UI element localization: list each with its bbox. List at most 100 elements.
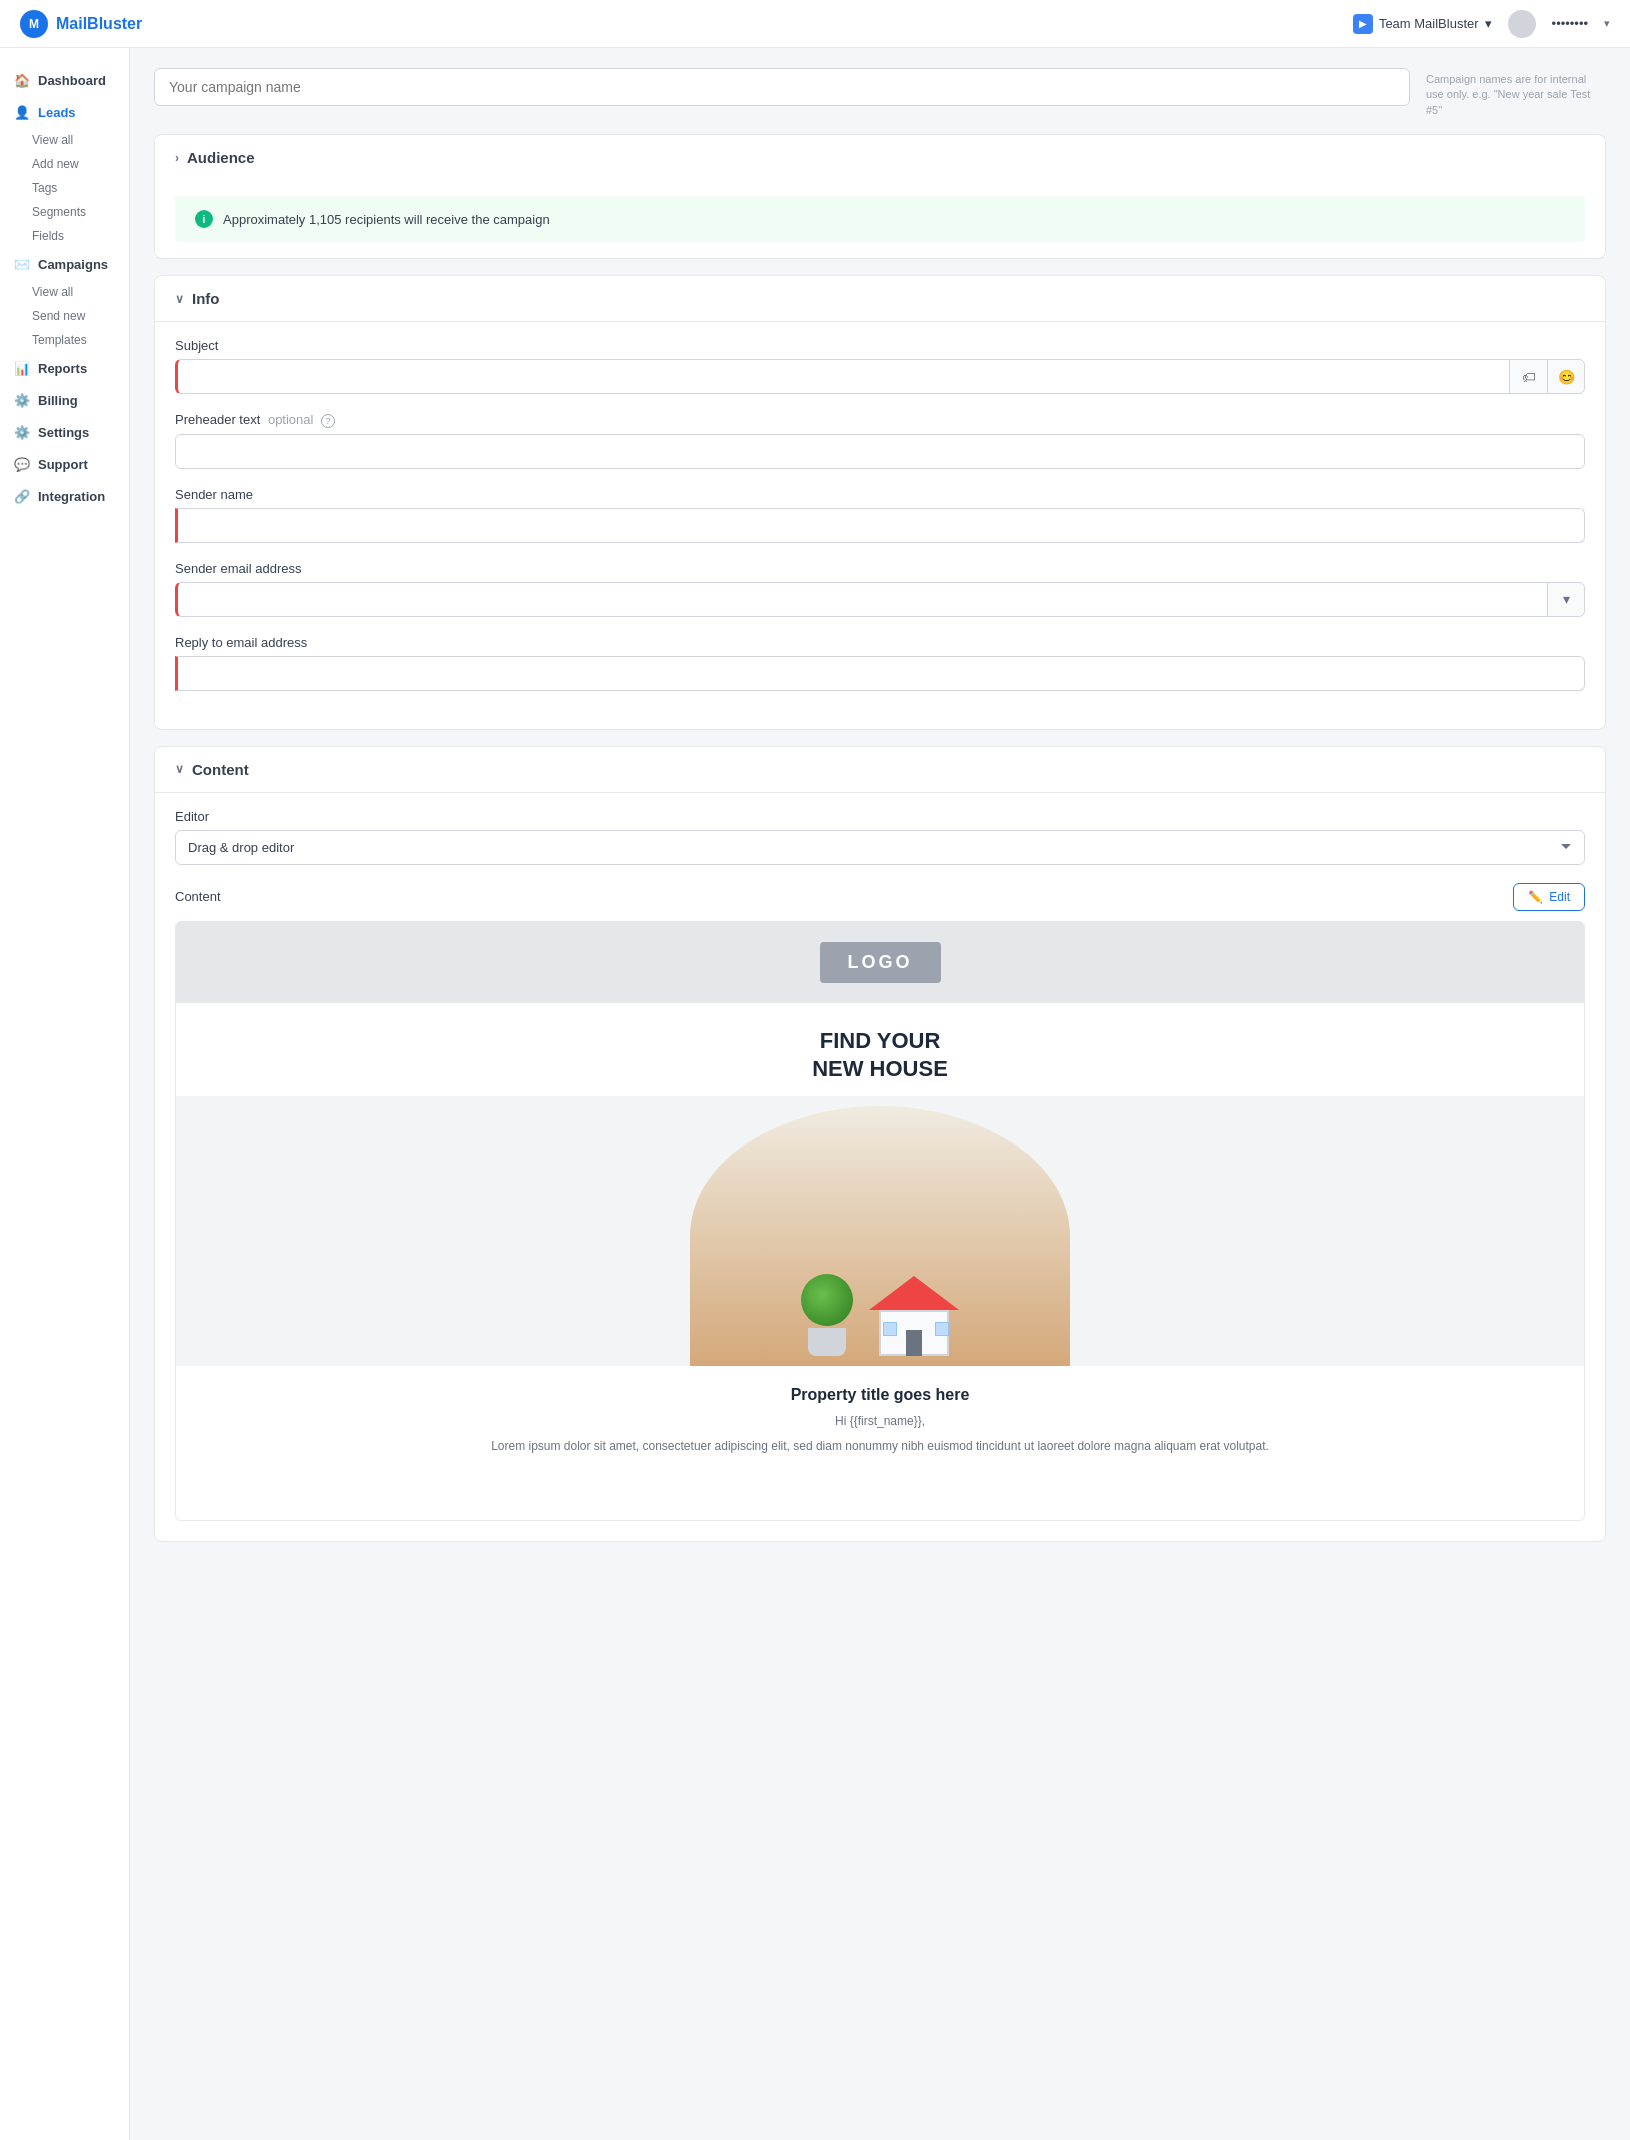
preview-headline-line2: NEW HOUSE <box>196 1055 1564 1084</box>
preview-headline: FIND YOUR NEW HOUSE <box>176 1003 1584 1096</box>
email-preview: LOGO FIND YOUR NEW HOUSE <box>175 921 1585 1521</box>
sidebar-item-label: Billing <box>38 393 78 408</box>
sidebar-item-leads-segments[interactable]: Segments <box>0 200 129 224</box>
reply-email-label: Reply to email address <box>175 635 1585 650</box>
house-icon: 🏠 <box>14 72 30 88</box>
sidebar-item-label: Dashboard <box>38 73 106 88</box>
sidebar-item-reports[interactable]: 📊 Reports <box>0 352 129 384</box>
sidebar-item-support[interactable]: 💬 Support <box>0 448 129 480</box>
preview-greeting: Hi {{first_name}}, <box>216 1412 1544 1431</box>
sidebar-item-leads-fields[interactable]: Fields <box>0 224 129 248</box>
preheader-label: Preheader text optional ? <box>175 412 1585 428</box>
user-chevron-icon: ▾ <box>1604 17 1610 30</box>
house-model <box>869 1276 959 1356</box>
person-icon: 👤 <box>14 104 30 120</box>
sender-email-dropdown-button[interactable]: ▾ <box>1547 582 1585 617</box>
sidebar-item-billing[interactable]: ⚙️ Billing <box>0 384 129 416</box>
sender-email-row: ▾ <box>175 582 1585 617</box>
content-preview-area: Content ✏️ Edit LOGO <box>175 883 1585 1521</box>
chart-icon: 📊 <box>14 360 30 376</box>
sidebar-item-label: Integration <box>38 489 105 504</box>
editor-field: Editor Drag & drop editor <box>175 809 1585 865</box>
editor-label: Editor <box>175 809 1585 824</box>
team-name: Team MailBluster <box>1379 16 1479 31</box>
sidebar-item-campaigns-send-new[interactable]: Send new <box>0 304 129 328</box>
sender-email-label: Sender email address <box>175 561 1585 576</box>
audience-section-title: Audience <box>187 149 255 166</box>
edit-icon: ✏️ <box>1528 890 1543 904</box>
info-form: Subject 🏷 😊 Preheader text optional ? <box>155 322 1605 729</box>
editor-select[interactable]: Drag & drop editor <box>175 830 1585 865</box>
audience-info-text: Approximately 1,105 recipients will rece… <box>223 212 550 227</box>
sidebar-item-label: Campaigns <box>38 257 108 272</box>
sender-name-input[interactable] <box>175 508 1585 543</box>
info-chevron-icon: ∨ <box>175 292 184 306</box>
sidebar-item-campaigns[interactable]: ✉️ Campaigns <box>0 248 129 280</box>
preheader-input[interactable] <box>175 434 1585 469</box>
sender-email-input[interactable] <box>175 582 1547 617</box>
sidebar-item-leads-view-all[interactable]: View all <box>0 128 129 152</box>
audience-section-header[interactable]: › Audience <box>155 135 1605 180</box>
team-icon: ▶ <box>1353 14 1373 34</box>
sidebar-item-campaigns-view-all[interactable]: View all <box>0 280 129 304</box>
topbar: M MailBluster ▶ Team MailBluster ▾ •••••… <box>0 0 1630 48</box>
preview-body: Lorem ipsum dolor sit amet, consectetuer… <box>216 1437 1544 1456</box>
audience-section: › Audience i Approximately 1,105 recipie… <box>154 134 1606 259</box>
support-icon: 💬 <box>14 456 30 472</box>
sidebar-item-leads-tags[interactable]: Tags <box>0 176 129 200</box>
team-chevron-icon: ▾ <box>1485 16 1492 31</box>
sender-name-label: Sender name <box>175 487 1585 502</box>
campaign-name-input[interactable] <box>154 68 1410 106</box>
audience-chevron-icon: › <box>175 151 179 165</box>
sidebar-item-label: Support <box>38 457 88 472</box>
user-name[interactable]: •••••••• <box>1552 16 1588 31</box>
content-section-title: Content <box>192 761 249 778</box>
preheader-field: Preheader text optional ? <box>175 412 1585 469</box>
sidebar-item-dashboard[interactable]: 🏠 Dashboard <box>0 64 129 96</box>
sender-name-field: Sender name <box>175 487 1585 543</box>
content-chevron-icon: ∨ <box>175 762 184 776</box>
integration-icon: 🔗 <box>14 488 30 504</box>
sidebar-item-label: Leads <box>38 105 76 120</box>
sidebar-item-campaigns-templates[interactable]: Templates <box>0 328 129 352</box>
app-logo[interactable]: M MailBluster <box>20 10 142 38</box>
info-section-header[interactable]: ∨ Info <box>155 276 1605 322</box>
sidebar-item-leads-add-new[interactable]: Add new <box>0 152 129 176</box>
plant-decoration <box>801 1274 853 1356</box>
subject-emoji-button[interactable]: 🏷 <box>1509 359 1547 394</box>
preview-logo: LOGO <box>820 942 941 983</box>
sidebar: 🏠 Dashboard 👤 Leads View all Add new Tag… <box>0 48 130 2140</box>
preheader-help-icon[interactable]: ? <box>321 414 335 428</box>
sidebar-item-integration[interactable]: 🔗 Integration <box>0 480 129 512</box>
content-preview-label: Content <box>175 889 221 904</box>
main-content: Campaign names are for internal use only… <box>130 48 1630 2140</box>
info-section-title: Info <box>192 290 220 307</box>
sender-email-field: Sender email address ▾ <box>175 561 1585 617</box>
logo-icon: M <box>20 10 48 38</box>
topbar-right: ▶ Team MailBluster ▾ •••••••• ▾ <box>1353 10 1610 38</box>
avatar[interactable] <box>1508 10 1536 38</box>
subject-merge-button[interactable]: 😊 <box>1547 359 1585 394</box>
edit-button-label: Edit <box>1549 890 1570 904</box>
team-selector[interactable]: ▶ Team MailBluster ▾ <box>1353 14 1492 34</box>
sidebar-item-label: Settings <box>38 425 89 440</box>
subject-field: Subject 🏷 😊 <box>175 338 1585 394</box>
info-icon: i <box>195 210 213 228</box>
preview-property-title: Property title goes here <box>176 1366 1584 1412</box>
edit-button[interactable]: ✏️ Edit <box>1513 883 1585 911</box>
sidebar-item-leads[interactable]: 👤 Leads <box>0 96 129 128</box>
subject-input[interactable] <box>175 359 1509 394</box>
settings-icon: ⚙️ <box>14 424 30 440</box>
sidebar-item-label: Reports <box>38 361 87 376</box>
sidebar-item-settings[interactable]: ⚙️ Settings <box>0 416 129 448</box>
content-section-header[interactable]: ∨ Content <box>155 747 1605 793</box>
preview-body-text: Hi {{first_name}}, Lorem ipsum dolor sit… <box>176 1412 1584 1480</box>
content-header-row: Content ✏️ Edit <box>175 883 1585 911</box>
reply-email-input[interactable] <box>175 656 1585 691</box>
content-form: Editor Drag & drop editor Content ✏️ Edi… <box>155 793 1605 1541</box>
reply-email-field: Reply to email address <box>175 635 1585 691</box>
preview-headline-line1: FIND YOUR <box>196 1027 1564 1056</box>
preheader-optional-label: optional <box>268 412 314 427</box>
billing-icon: ⚙️ <box>14 392 30 408</box>
app-layout: 🏠 Dashboard 👤 Leads View all Add new Tag… <box>0 48 1630 2140</box>
